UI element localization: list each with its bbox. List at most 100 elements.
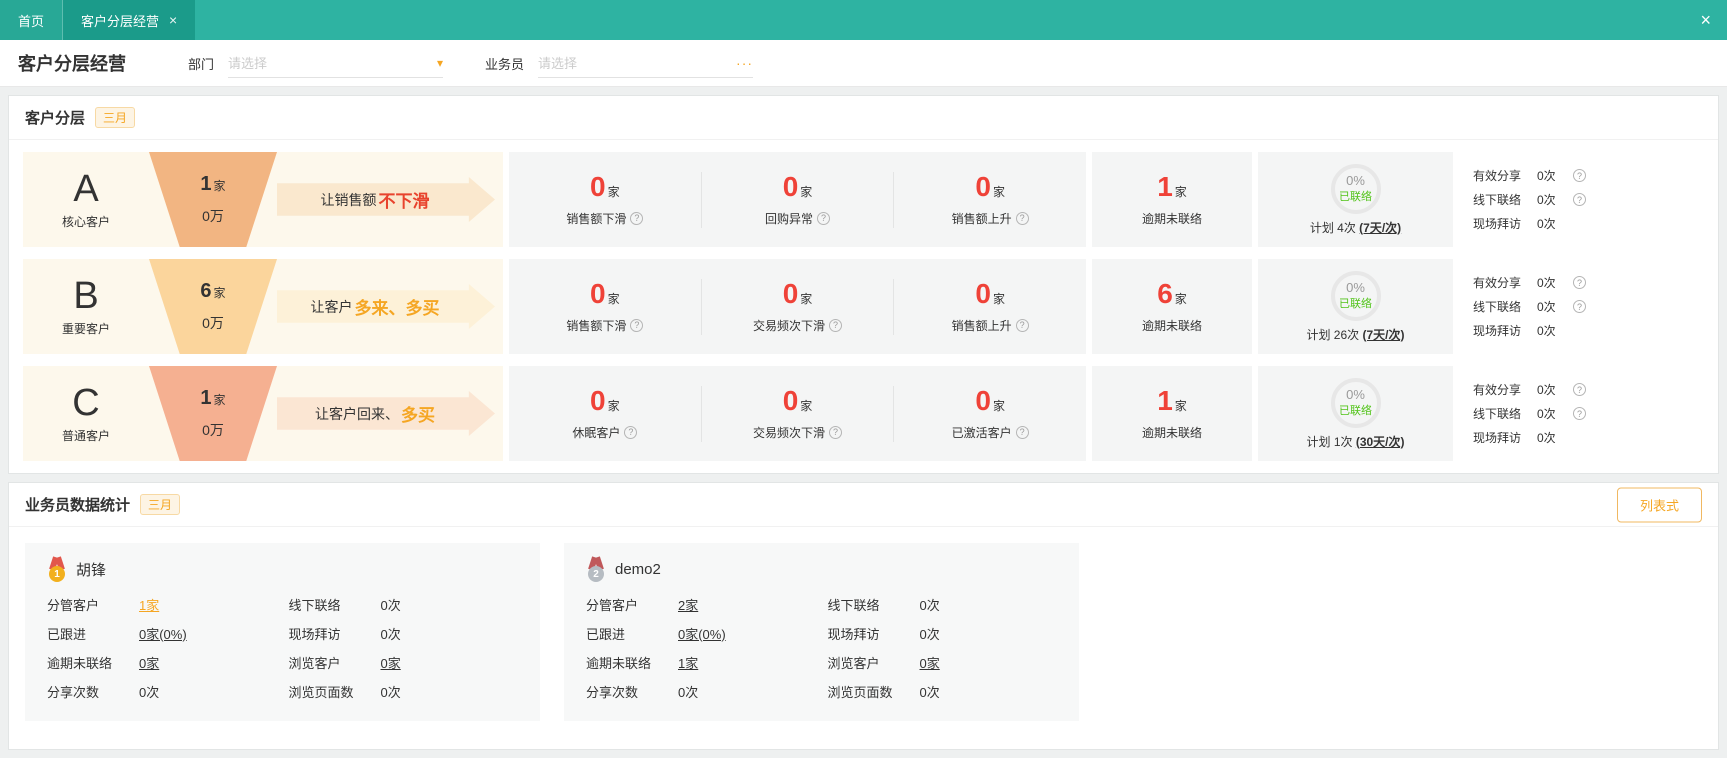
stat-value[interactable]: 0家 xyxy=(920,653,940,672)
top-tab-bar: 首页 客户分层经营 × × xyxy=(0,0,1727,40)
goal-highlight: 多来、多买 xyxy=(354,299,440,318)
contact-percent: 0% xyxy=(1346,173,1365,188)
department-placeholder: 请选择 xyxy=(228,56,268,71)
goal-prefix: 让销售额 xyxy=(320,191,377,208)
tier-goal-arrow: 让客户回来、 多买 xyxy=(277,391,495,436)
salesman-stat: 逾期未联络 0家 xyxy=(47,653,277,672)
salesman-input[interactable]: 请选择 ··· xyxy=(538,48,754,78)
department-filter: 部门 请选择 ▾ xyxy=(188,48,444,78)
help-icon[interactable]: ? xyxy=(817,211,831,225)
share-stat: 现场拜访 0次 ? xyxy=(1473,217,1556,231)
tab-home[interactable]: 首页 xyxy=(0,0,64,40)
list-view-button[interactable]: 列表式 xyxy=(1616,487,1702,522)
help-icon[interactable]: ? xyxy=(1573,169,1586,182)
help-icon[interactable]: ? xyxy=(1573,276,1586,289)
stat-value[interactable]: 1家 xyxy=(139,595,159,614)
help-icon[interactable]: ? xyxy=(1015,318,1029,332)
tier-funnel: 1家 0万 xyxy=(149,152,277,247)
tab-close-icon[interactable]: × xyxy=(169,12,177,28)
stat-value[interactable]: 0家 xyxy=(139,653,159,672)
stat-value: 0次 xyxy=(380,685,401,700)
tier-amount: 0万 xyxy=(202,422,224,438)
chevron-down-icon: ▾ xyxy=(436,55,444,70)
segmentation-panel-header: 客户分层 三月 xyxy=(9,96,1718,140)
salesman-cards: 1 胡锋 分管客户 1家 线下联络 0次 已跟进 0家(0%) 现场拜访 0次 逾期未联… xyxy=(9,527,1718,737)
help-icon[interactable]: ? xyxy=(630,211,644,225)
stat-label: 销售额下滑 xyxy=(566,211,627,226)
tab-label: 客户分层经营 xyxy=(81,13,160,29)
salesman-stat: 现场拜访 0次 xyxy=(828,624,1058,643)
tab-home-label: 首页 xyxy=(18,13,45,29)
close-icon[interactable]: × xyxy=(1684,10,1727,31)
stat-label: 销售额上升 xyxy=(951,318,1012,333)
contact-status: 已联络 xyxy=(1339,191,1372,203)
goal-prefix: 让客户回来、 xyxy=(315,405,399,422)
salesman-stat: 分管客户 1家 xyxy=(47,595,277,614)
salesman-stat: 分享次数 0次 xyxy=(586,682,816,701)
contact-status: 已联络 xyxy=(1339,298,1372,310)
tab-customer-segmentation[interactable]: 客户分层经营 × xyxy=(63,0,196,40)
contact-percent: 0% xyxy=(1346,280,1365,295)
stat-value: 0 xyxy=(590,277,606,309)
goal-prefix: 让客户 xyxy=(310,298,353,315)
salesman-stat: 逾期未联络 1家 xyxy=(586,653,816,672)
tier-gauge: 0% 已联络 计划 4次 (7天/次) xyxy=(1258,152,1453,247)
stat-value: 0 xyxy=(975,170,991,202)
stat-value[interactable]: 1家 xyxy=(678,653,698,672)
stat-value: 0 xyxy=(782,277,799,309)
help-icon[interactable]: ? xyxy=(624,425,638,439)
stat-value[interactable]: 0家 xyxy=(381,653,401,672)
salesman-panel: 业务员数据统计 三月 列表式 1 胡锋 分管客户 1家 线下联络 0次 已跟进 0家(… xyxy=(8,482,1719,750)
salesman-stat: 线下联络 0次 xyxy=(828,595,1058,614)
help-icon[interactable]: ? xyxy=(1015,425,1029,439)
help-icon[interactable]: ? xyxy=(1573,300,1586,313)
tier-stat-2: 0家 已激活客户? xyxy=(894,386,1086,441)
stat-label: 销售额下滑 xyxy=(566,318,627,333)
stat-value: 0 xyxy=(782,170,799,202)
tier-id: B 重要客户 xyxy=(23,259,149,354)
tier-count: 1家 xyxy=(200,173,226,195)
share-stat: 现场拜访 0次 ? xyxy=(1473,324,1556,338)
stat-label: 销售额上升 xyxy=(951,211,1012,226)
contact-plan: 计划 26次 (7天/次) xyxy=(1306,327,1405,342)
tier-label: 普通客户 xyxy=(61,428,110,443)
stat-value: 0 xyxy=(975,277,991,309)
plan-frequency[interactable]: (30天/次) xyxy=(1356,435,1405,449)
contact-plan: 计划 1次 (30天/次) xyxy=(1306,434,1405,449)
salesman-stat: 浏览客户 0家 xyxy=(828,653,1058,672)
tier-funnel: 6家 0万 xyxy=(149,259,277,354)
contact-ring: 0% 已联络 xyxy=(1330,377,1381,428)
stat-label: 交易频次下滑 xyxy=(753,425,826,440)
share-stat: 有效分享 0次 ? xyxy=(1473,381,1704,398)
help-icon[interactable]: ? xyxy=(630,318,644,332)
tier-share-stats: 有效分享 0次 ? 线下联络 0次 ? 现场拜访 0次 ? xyxy=(1459,152,1704,247)
stat-value: 0 xyxy=(590,170,606,202)
contact-plan: 计划 4次 (7天/次) xyxy=(1309,220,1402,235)
salesman-name: 胡锋 xyxy=(76,562,107,579)
tier-stat-1: 0家 交易频次下滑? xyxy=(702,386,894,441)
tier-stat-1: 0家 回购异常? xyxy=(702,170,894,227)
ellipsis-icon: ··· xyxy=(736,54,754,71)
stat-value[interactable]: 0家(0%) xyxy=(678,624,726,643)
tier-summary: C 普通客户 1家 0万 让客户回来、 多买 xyxy=(23,366,503,461)
salesman-placeholder: 请选择 xyxy=(538,56,578,71)
help-icon[interactable]: ? xyxy=(829,318,843,332)
help-icon[interactable]: ? xyxy=(1573,193,1586,206)
help-icon[interactable]: ? xyxy=(1015,211,1029,225)
salesman-card: 2 demo2 分管客户 2家 线下联络 0次 已跟进 0家(0%) 现场拜访 0次 逾… xyxy=(564,543,1079,721)
tier-goal-arrow: 让销售额 不下滑 xyxy=(277,177,495,222)
tier-stat-2: 0家 销售额上升? xyxy=(894,277,1086,334)
stat-value[interactable]: 0家(0%) xyxy=(139,624,187,643)
plan-frequency[interactable]: (7天/次) xyxy=(1363,328,1405,342)
help-icon[interactable]: ? xyxy=(1573,383,1586,396)
department-select[interactable]: 请选择 ▾ xyxy=(228,48,444,78)
salesman-stat: 分管客户 2家 xyxy=(586,595,816,614)
help-icon[interactable]: ? xyxy=(1573,407,1586,420)
tier-id: C 普通客户 xyxy=(23,366,149,461)
tier-stat-0: 0家 销售额下滑? xyxy=(509,277,701,334)
page-title: 客户分层经营 xyxy=(18,54,126,74)
plan-frequency[interactable]: (7天/次) xyxy=(1359,221,1401,235)
tier-summary: A 核心客户 1家 0万 让销售额 不下滑 xyxy=(23,152,503,247)
help-icon[interactable]: ? xyxy=(829,425,843,439)
stat-value[interactable]: 2家 xyxy=(678,595,698,614)
